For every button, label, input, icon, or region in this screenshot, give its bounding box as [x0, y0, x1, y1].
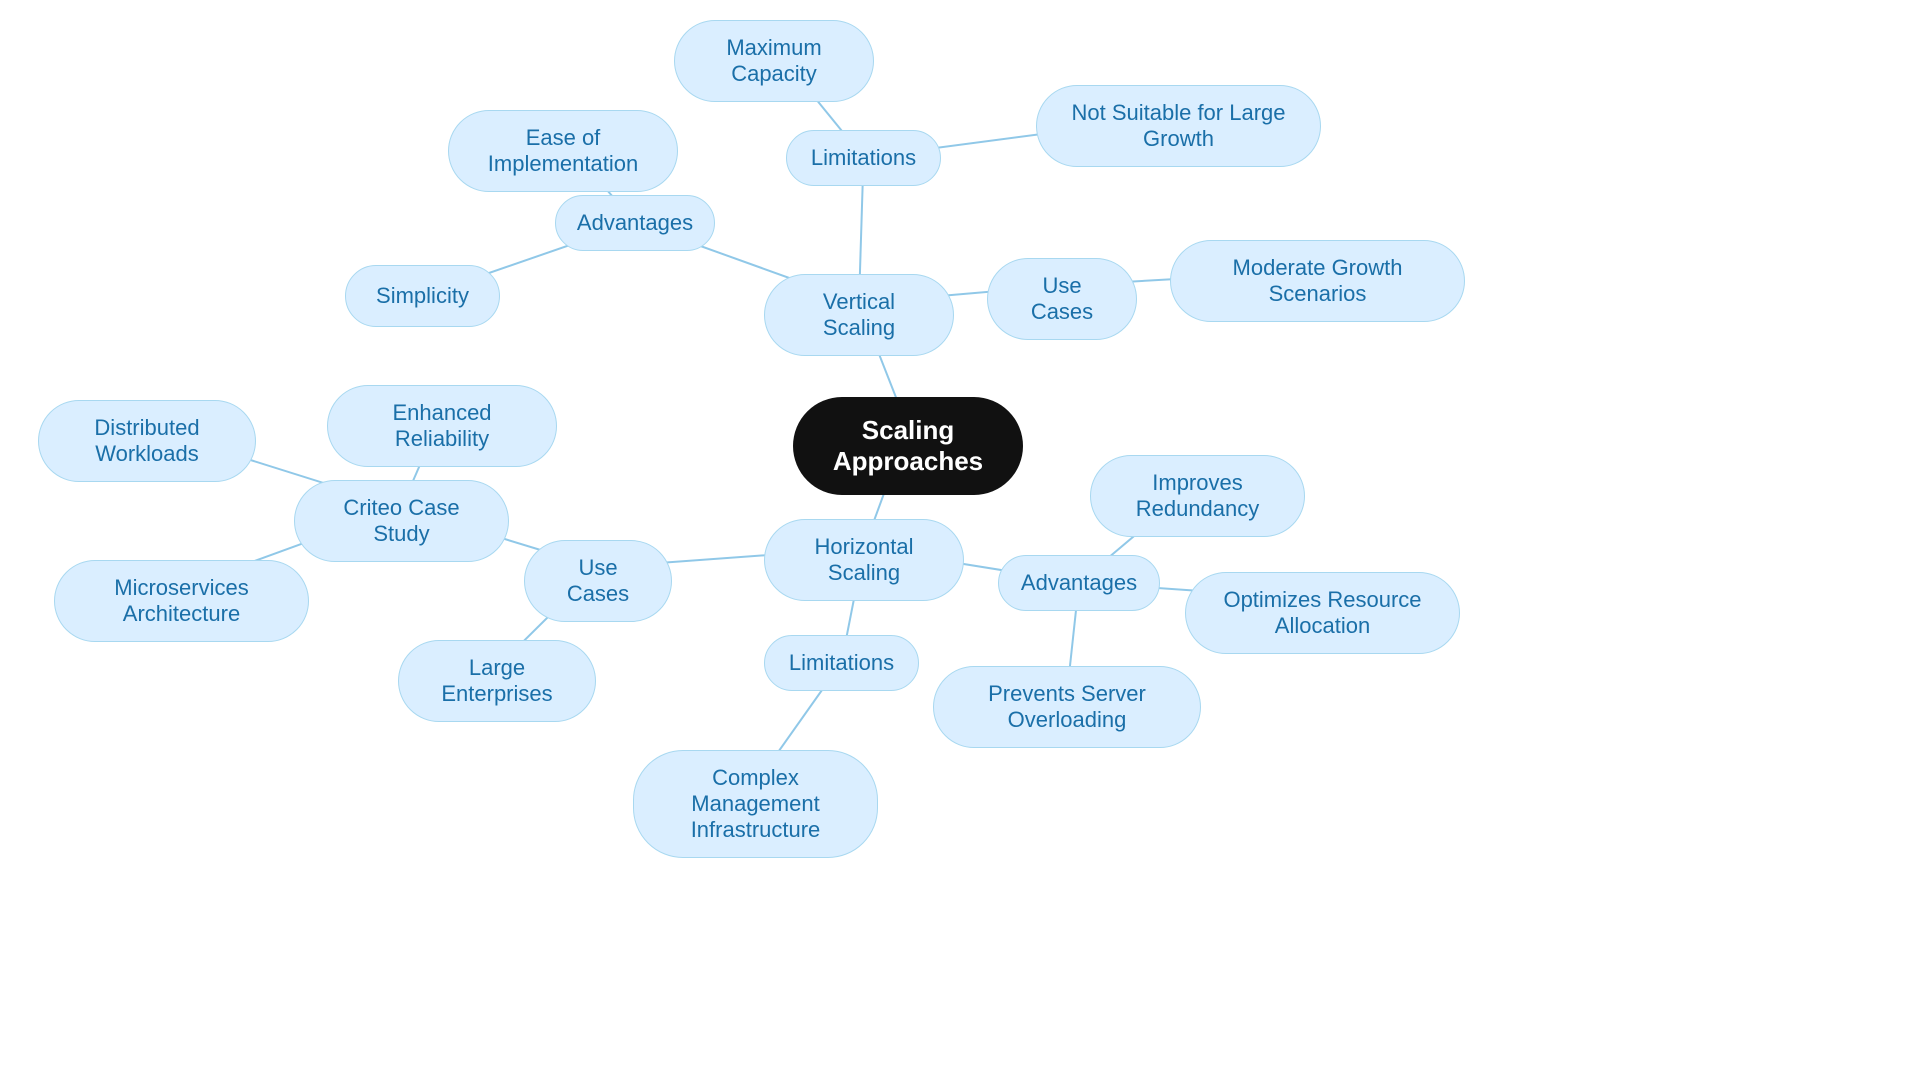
- node-advantages_vs[interactable]: Advantages: [555, 195, 715, 251]
- node-moderate_growth[interactable]: Moderate Growth Scenarios: [1170, 240, 1465, 322]
- node-use_cases_vs[interactable]: Use Cases: [987, 258, 1137, 340]
- node-scaling_approaches[interactable]: Scaling Approaches: [793, 397, 1023, 495]
- node-limitations_vs[interactable]: Limitations: [786, 130, 941, 186]
- node-horizontal_scaling[interactable]: Horizontal Scaling: [764, 519, 964, 601]
- node-complex_management[interactable]: Complex Management Infrastructure: [633, 750, 878, 858]
- node-microservices_architecture[interactable]: Microservices Architecture: [54, 560, 309, 642]
- node-criteo_case_study[interactable]: Criteo Case Study: [294, 480, 509, 562]
- node-maximum_capacity[interactable]: Maximum Capacity: [674, 20, 874, 102]
- node-use_cases_hs[interactable]: Use Cases: [524, 540, 672, 622]
- node-improves_redundancy[interactable]: Improves Redundancy: [1090, 455, 1305, 537]
- node-prevents_overloading[interactable]: Prevents Server Overloading: [933, 666, 1201, 748]
- node-enhanced_reliability[interactable]: Enhanced Reliability: [327, 385, 557, 467]
- node-limitations_hs[interactable]: Limitations: [764, 635, 919, 691]
- node-advantages_hs[interactable]: Advantages: [998, 555, 1160, 611]
- node-large_enterprises[interactable]: Large Enterprises: [398, 640, 596, 722]
- node-distributed_workloads[interactable]: Distributed Workloads: [38, 400, 256, 482]
- node-simplicity[interactable]: Simplicity: [345, 265, 500, 327]
- node-ease_of_implementation[interactable]: Ease of Implementation: [448, 110, 678, 192]
- node-optimizes_resource[interactable]: Optimizes Resource Allocation: [1185, 572, 1460, 654]
- node-vertical_scaling[interactable]: Vertical Scaling: [764, 274, 954, 356]
- node-not_suitable[interactable]: Not Suitable for Large Growth: [1036, 85, 1321, 167]
